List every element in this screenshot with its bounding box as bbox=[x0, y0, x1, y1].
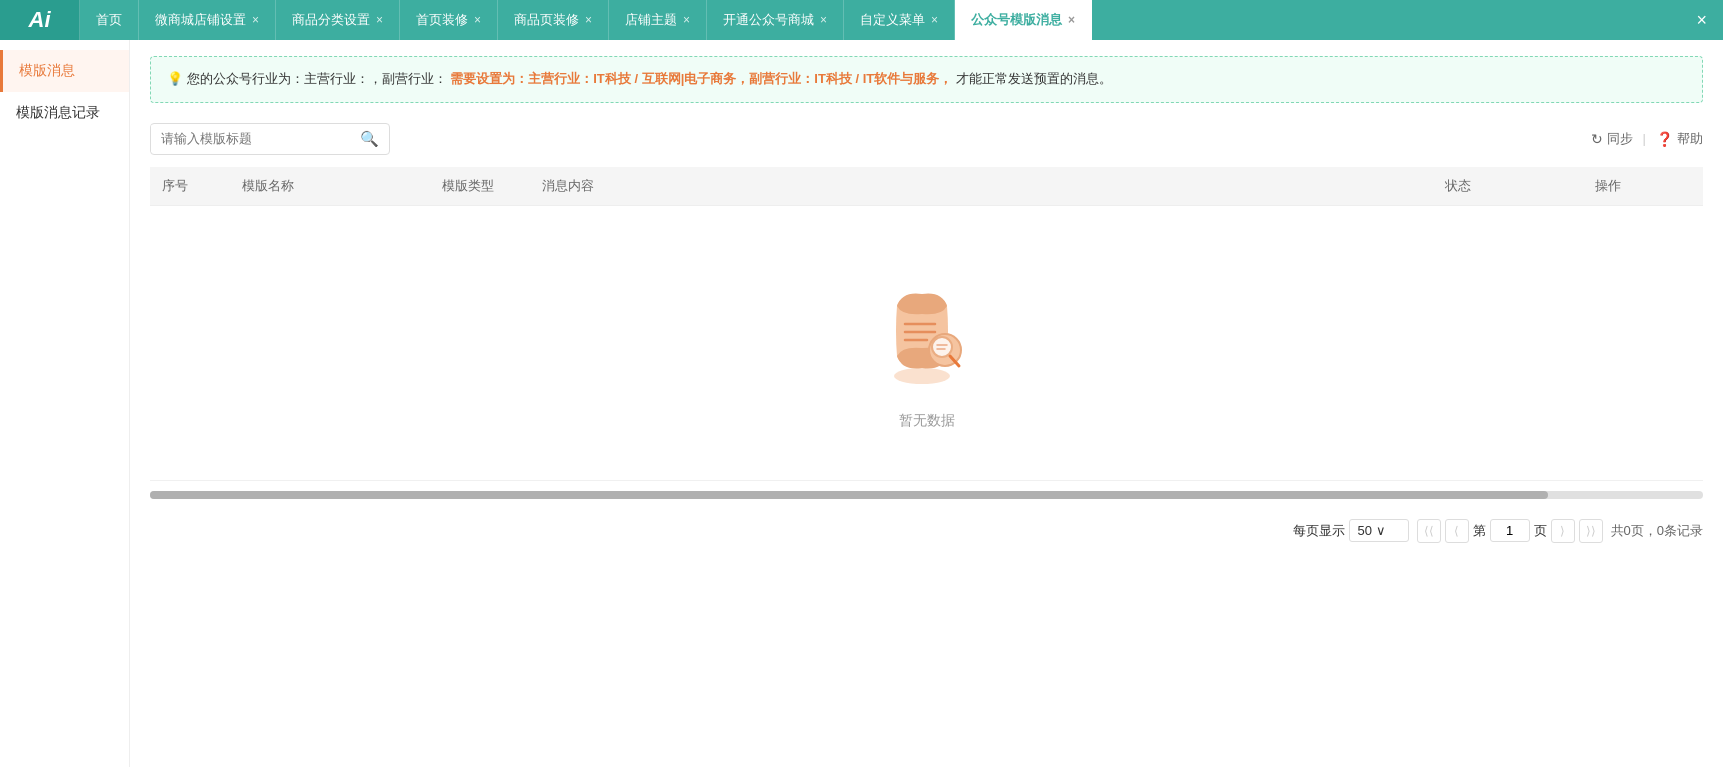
search-input[interactable] bbox=[151, 125, 350, 152]
search-button[interactable]: 🔍 bbox=[350, 124, 389, 154]
empty-illustration bbox=[867, 276, 987, 396]
page-number-input[interactable] bbox=[1490, 519, 1530, 542]
col-header-name: 模版名称 bbox=[230, 167, 430, 206]
last-page-button[interactable]: ⟩⟩ bbox=[1579, 519, 1603, 543]
main-layout: 模版消息 模版消息记录 💡 您的公众号行业为：主营行业：，副营行业： 需要设置为… bbox=[0, 40, 1723, 767]
table-body: 暂无数据 bbox=[150, 205, 1703, 480]
empty-state-cell: 暂无数据 bbox=[150, 205, 1703, 480]
sidebar-item-template-msg-log[interactable]: 模版消息记录 bbox=[0, 92, 129, 134]
page-size-value: 50 bbox=[1358, 523, 1372, 538]
first-page-button[interactable]: ⟨⟨ bbox=[1417, 519, 1441, 543]
tab-wechat-shop-close[interactable]: × bbox=[252, 13, 259, 27]
tab-shop-theme[interactable]: 店铺主题 × bbox=[609, 0, 707, 40]
col-header-content: 消息内容 bbox=[530, 167, 1433, 206]
pagination: 每页显示 50 ∨ ⟨⟨ ⟨ 第 页 ⟩ bbox=[150, 509, 1703, 553]
search-box: 🔍 bbox=[150, 123, 390, 155]
tab-product-page-close[interactable]: × bbox=[585, 13, 592, 27]
tab-open-mall-label: 开通公众号商城 bbox=[723, 11, 814, 29]
col-header-action: 操作 bbox=[1583, 167, 1703, 206]
notice-prefix: 您的公众号行业为：主营行业：，副营行业： bbox=[187, 71, 447, 86]
sidebar: 模版消息 模版消息记录 bbox=[0, 40, 130, 767]
tab-product-page-label: 商品页装修 bbox=[514, 11, 579, 29]
sync-button[interactable]: ↻ 同步 bbox=[1591, 130, 1633, 148]
page-size-label: 每页显示 bbox=[1293, 522, 1345, 540]
global-close-button[interactable]: × bbox=[1680, 10, 1723, 31]
pagination-buttons: ⟨⟨ ⟨ 第 页 ⟩ ⟩⟩ bbox=[1417, 519, 1603, 543]
tab-home[interactable]: 首页 bbox=[80, 0, 139, 40]
horizontal-scrollbar[interactable] bbox=[150, 491, 1703, 499]
page-size-select: 每页显示 50 ∨ bbox=[1293, 519, 1409, 542]
last-page-icon: ⟩⟩ bbox=[1586, 524, 1596, 538]
tab-open-mall-close[interactable]: × bbox=[820, 13, 827, 27]
table-header: 序号 模版名称 模版类型 消息内容 状态 操作 bbox=[150, 167, 1703, 206]
col-header-type: 模版类型 bbox=[430, 167, 530, 206]
page-label: 第 bbox=[1473, 522, 1486, 540]
tab-custom-menu-label: 自定义菜单 bbox=[860, 11, 925, 29]
tab-home-decor-label: 首页装修 bbox=[416, 11, 468, 29]
tab-product-page[interactable]: 商品页装修 × bbox=[498, 0, 609, 40]
tab-template-msg-close[interactable]: × bbox=[1068, 13, 1075, 27]
tab-wechat-shop-label: 微商城店铺设置 bbox=[155, 11, 246, 29]
tab-open-mall[interactable]: 开通公众号商城 × bbox=[707, 0, 844, 40]
next-page-icon: ⟩ bbox=[1560, 524, 1565, 538]
notice-icon: 💡 bbox=[167, 71, 183, 86]
toolbar-divider: | bbox=[1643, 131, 1646, 146]
tab-home-decor-close[interactable]: × bbox=[474, 13, 481, 27]
empty-text: 暂无数据 bbox=[899, 412, 955, 430]
toolbar-right: ↻ 同步 | ❓ 帮助 bbox=[1591, 130, 1703, 148]
app-logo: Ai bbox=[0, 0, 80, 40]
notice-banner: 💡 您的公众号行业为：主营行业：，副营行业： 需要设置为：主营行业：IT科技 /… bbox=[150, 56, 1703, 103]
tab-shop-theme-close[interactable]: × bbox=[683, 13, 690, 27]
svg-point-0 bbox=[894, 368, 950, 384]
tab-product-category[interactable]: 商品分类设置 × bbox=[276, 0, 400, 40]
help-icon: ❓ bbox=[1656, 131, 1673, 147]
sync-label: 同步 bbox=[1607, 130, 1633, 148]
tab-template-msg-label: 公众号模版消息 bbox=[971, 11, 1062, 29]
prev-page-icon: ⟨ bbox=[1454, 524, 1459, 538]
page-size-dropdown[interactable]: 50 ∨ bbox=[1349, 519, 1409, 542]
tab-home-decor[interactable]: 首页装修 × bbox=[400, 0, 498, 40]
svg-point-5 bbox=[932, 337, 952, 357]
sync-icon: ↻ bbox=[1591, 131, 1603, 147]
empty-state: 暂无数据 bbox=[162, 216, 1691, 470]
prev-page-button[interactable]: ⟨ bbox=[1445, 519, 1469, 543]
content-area: 💡 您的公众号行业为：主营行业：，副营行业： 需要设置为：主营行业：IT科技 /… bbox=[130, 40, 1723, 767]
toolbar: 🔍 ↻ 同步 | ❓ 帮助 bbox=[150, 123, 1703, 155]
help-label: 帮助 bbox=[1677, 130, 1703, 148]
tab-custom-menu[interactable]: 自定义菜单 × bbox=[844, 0, 955, 40]
col-header-index: 序号 bbox=[150, 167, 230, 206]
notice-highlight: 需要设置为：主营行业：IT科技 / 互联网|电子商务，副营行业：IT科技 / I… bbox=[450, 71, 952, 86]
tab-template-msg[interactable]: 公众号模版消息 × bbox=[955, 0, 1092, 40]
search-icon: 🔍 bbox=[360, 130, 379, 147]
col-header-status: 状态 bbox=[1433, 167, 1583, 206]
page-total: 共0页，0条记录 bbox=[1611, 522, 1703, 540]
sidebar-item-template-msg[interactable]: 模版消息 bbox=[0, 50, 129, 92]
notice-suffix: 才能正常发送预置的消息。 bbox=[956, 71, 1112, 86]
tab-product-category-close[interactable]: × bbox=[376, 13, 383, 27]
data-table: 序号 模版名称 模版类型 消息内容 状态 操作 bbox=[150, 167, 1703, 481]
first-page-icon: ⟨⟨ bbox=[1424, 524, 1434, 538]
page-unit: 页 bbox=[1534, 522, 1547, 540]
tab-shop-theme-label: 店铺主题 bbox=[625, 11, 677, 29]
next-page-button[interactable]: ⟩ bbox=[1551, 519, 1575, 543]
tab-wechat-shop[interactable]: 微商城店铺设置 × bbox=[139, 0, 276, 40]
scrollbar-thumb[interactable] bbox=[150, 491, 1548, 499]
sidebar-item-template-msg-log-label: 模版消息记录 bbox=[16, 104, 100, 120]
tab-custom-menu-close[interactable]: × bbox=[931, 13, 938, 27]
page-size-arrow-icon: ∨ bbox=[1376, 523, 1386, 538]
sidebar-item-template-msg-label: 模版消息 bbox=[19, 62, 75, 78]
tab-bar: Ai 首页 微商城店铺设置 × 商品分类设置 × 首页装修 × 商品页装修 × … bbox=[0, 0, 1723, 40]
help-button[interactable]: ❓ 帮助 bbox=[1656, 130, 1703, 148]
tab-product-category-label: 商品分类设置 bbox=[292, 11, 370, 29]
tab-home-label: 首页 bbox=[96, 11, 122, 29]
